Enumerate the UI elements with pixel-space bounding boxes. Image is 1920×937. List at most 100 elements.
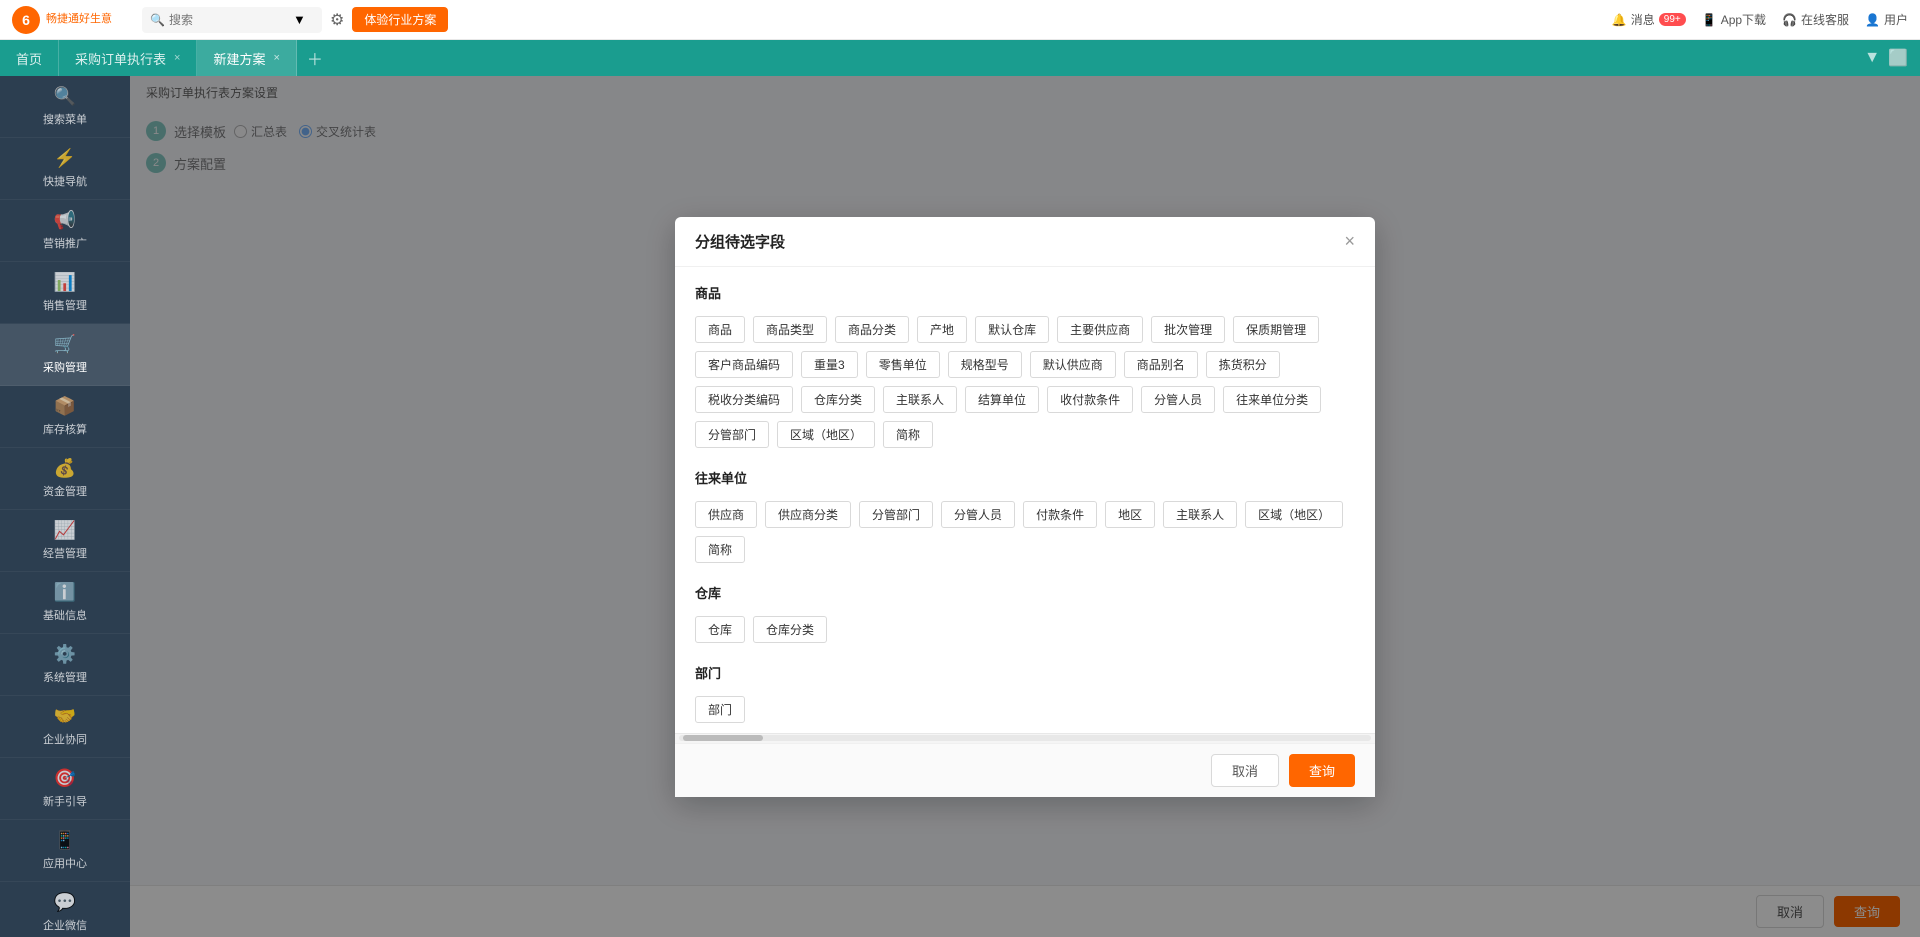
sidebar-item-appstore[interactable]: 📱 应用中心 [0,820,130,882]
field-tag-product-6[interactable]: 批次管理 [1151,316,1225,343]
field-tag-product-12[interactable]: 默认供应商 [1030,351,1116,378]
basic-info-icon: ℹ️ [54,582,76,603]
section-product: 商品 商品 商品类型 商品分类 产地 默认仓库 主要供应商 批次管理 保质期管理… [695,283,1355,448]
sidebar-item-marketing[interactable]: 📢 营销推广 [0,200,130,262]
field-tag-product-4[interactable]: 默认仓库 [975,316,1049,343]
modal-confirm-btn[interactable]: 查询 [1289,754,1355,787]
field-tag-partner-7[interactable]: 区域（地区） [1245,501,1343,528]
tab-purchase-exec[interactable]: 采购订单执行表 × [59,40,197,76]
sidebar-item-system[interactable]: ⚙️ 系统管理 [0,634,130,696]
message-area[interactable]: 🔔 消息 99+ [1612,11,1686,28]
field-tag-partner-6[interactable]: 主联系人 [1163,501,1237,528]
modal-dialog: 分组待选字段 × 商品 商品 商品类型 商品分类 产地 默认仓库 主要供应商 [675,217,1375,797]
settings-icon[interactable]: ⚙ [330,10,344,30]
dropdown-arrow: ▼ [293,12,306,27]
field-tag-partner-2[interactable]: 分管部门 [859,501,933,528]
wechat-icon: 💬 [54,892,76,913]
modal-cancel-btn[interactable]: 取消 [1211,754,1279,787]
field-tag-partner-8[interactable]: 简称 [695,536,745,563]
appstore-icon: 📱 [54,830,76,851]
section-warehouse-title: 仓库 [695,583,1355,606]
field-tag-product-24[interactable]: 简称 [883,421,933,448]
section-product-title: 商品 [695,283,1355,306]
modal-title: 分组待选字段 [695,231,785,252]
modal-header: 分组待选字段 × [675,217,1375,267]
sidebar-item-basic-info[interactable]: ℹ️ 基础信息 [0,572,130,634]
sidebar-item-wechat[interactable]: 💬 企业微信 [0,882,130,937]
search-input[interactable] [169,13,289,27]
department-field-tags: 部门 [695,696,1355,723]
section-department-title: 部门 [695,663,1355,686]
field-tag-partner-4[interactable]: 付款条件 [1023,501,1097,528]
field-tag-product-0[interactable]: 商品 [695,316,745,343]
field-tag-dept-0[interactable]: 部门 [695,696,745,723]
search-menu-icon: 🔍 [54,86,76,107]
online-service-label: 在线客服 [1801,11,1849,28]
sidebar-item-sales[interactable]: 📊 销售管理 [0,262,130,324]
sidebar-item-operations[interactable]: 📈 经营管理 [0,510,130,572]
message-label: 消息 [1631,11,1655,28]
field-tag-product-13[interactable]: 商品别名 [1124,351,1198,378]
field-tag-warehouse-1[interactable]: 仓库分类 [753,616,827,643]
nav-expand-icon[interactable]: ⬜ [1888,48,1908,68]
field-tag-product-11[interactable]: 规格型号 [948,351,1022,378]
field-tag-product-1[interactable]: 商品类型 [753,316,827,343]
search-box[interactable]: 🔍 ▼ [142,7,322,33]
tab-new-plan[interactable]: 新建方案 × [197,40,296,76]
sidebar-item-collab[interactable]: 🤝 企业协同 [0,696,130,758]
sidebar-item-appstore-label: 应用中心 [43,855,87,871]
field-tag-product-8[interactable]: 客户商品编码 [695,351,793,378]
field-tag-product-22[interactable]: 分管部门 [695,421,769,448]
field-tag-product-21[interactable]: 往来单位分类 [1223,386,1321,413]
tab-purchase-exec-close[interactable]: × [174,52,180,64]
tab-purchase-exec-label: 采购订单执行表 [75,49,166,68]
sidebar-item-finance[interactable]: 💰 资金管理 [0,448,130,510]
app-download-label: App下载 [1721,11,1766,28]
field-tag-warehouse-0[interactable]: 仓库 [695,616,745,643]
field-tag-partner-0[interactable]: 供应商 [695,501,757,528]
section-department: 部门 部门 [695,663,1355,723]
sidebar-item-purchase-label: 采购管理 [43,359,87,375]
sidebar-item-inventory[interactable]: 📦 库存核算 [0,386,130,448]
field-tag-product-16[interactable]: 仓库分类 [801,386,875,413]
experience-btn[interactable]: 体验行业方案 [352,7,448,32]
app-download-area[interactable]: 📱 App下载 [1702,11,1766,28]
tab-add-btn[interactable]: ＋ [297,46,333,70]
field-tag-partner-5[interactable]: 地区 [1105,501,1155,528]
field-tag-product-17[interactable]: 主联系人 [883,386,957,413]
nav-collapse-icon[interactable]: ▼ [1864,49,1880,67]
headset-icon: 🎧 [1782,13,1797,27]
sidebar: 🔍 搜索菜单 ⚡ 快捷导航 📢 营销推广 📊 销售管理 🛒 采购管理 📦 库存核… [0,76,130,937]
message-icon: 🔔 [1612,13,1627,27]
system-icon: ⚙️ [54,644,76,665]
sidebar-item-search-label: 搜索菜单 [43,111,87,127]
field-tag-product-23[interactable]: 区域（地区） [777,421,875,448]
field-tag-product-5[interactable]: 主要供应商 [1057,316,1143,343]
section-partner: 往来单位 供应商 供应商分类 分管部门 分管人员 付款条件 地区 主联系人 区域… [695,468,1355,563]
user-area[interactable]: 👤 用户 [1865,11,1908,28]
tab-home[interactable]: 首页 [0,40,59,76]
tab-new-plan-close[interactable]: × [273,52,279,64]
field-tag-product-14[interactable]: 拣货积分 [1206,351,1280,378]
field-tag-product-3[interactable]: 产地 [917,316,967,343]
field-tag-product-20[interactable]: 分管人员 [1141,386,1215,413]
field-tag-product-10[interactable]: 零售单位 [866,351,940,378]
field-tag-partner-1[interactable]: 供应商分类 [765,501,851,528]
modal-body[interactable]: 商品 商品 商品类型 商品分类 产地 默认仓库 主要供应商 批次管理 保质期管理… [675,267,1375,733]
field-tag-partner-3[interactable]: 分管人员 [941,501,1015,528]
field-tag-product-2[interactable]: 商品分类 [835,316,909,343]
field-tag-product-15[interactable]: 税收分类编码 [695,386,793,413]
modal-close-btn[interactable]: × [1344,232,1355,250]
field-tag-product-9[interactable]: 重量3 [801,351,858,378]
field-tag-product-18[interactable]: 结算单位 [965,386,1039,413]
user-icon: 👤 [1865,13,1880,27]
sidebar-item-quicknav[interactable]: ⚡ 快捷导航 [0,138,130,200]
field-tag-product-19[interactable]: 收付款条件 [1047,386,1133,413]
modal-scrollbar[interactable] [675,733,1375,743]
sidebar-item-purchase[interactable]: 🛒 采购管理 [0,324,130,386]
sidebar-item-search[interactable]: 🔍 搜索菜单 [0,76,130,138]
field-tag-product-7[interactable]: 保质期管理 [1233,316,1319,343]
sidebar-item-guide[interactable]: 🎯 新手引导 [0,758,130,820]
online-service-area[interactable]: 🎧 在线客服 [1782,11,1849,28]
top-header: 6 畅捷通好生意 🔍 ▼ ⚙ 体验行业方案 🔔 消息 99+ 📱 App下载 🎧… [0,0,1920,40]
